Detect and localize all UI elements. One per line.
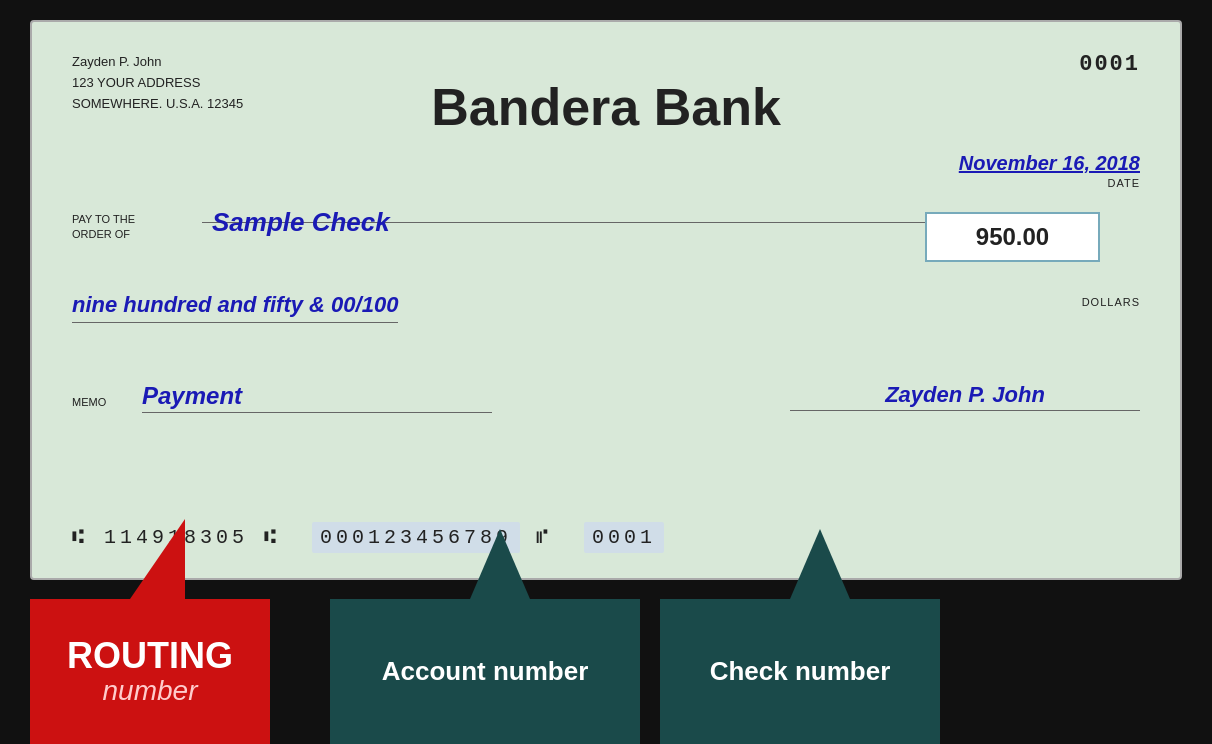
- sender-name: Zayden P. John: [72, 52, 243, 73]
- micr-routing-end: ⑆: [248, 526, 312, 549]
- sender-address2: SOMEWHERE. U.S.A. 12345: [72, 94, 243, 115]
- check-number-top: 0001: [1079, 52, 1140, 77]
- sender-info: Zayden P. John 123 YOUR ADDRESS SOMEWHER…: [72, 52, 243, 114]
- check-number-badge: Check number: [660, 599, 940, 744]
- payee-name: Sample Check: [212, 207, 390, 238]
- micr-routing-start: ⑆: [72, 526, 104, 549]
- memo-value: Payment: [142, 382, 492, 413]
- pay-to-label: PAY TO THE ORDER OF: [72, 212, 135, 243]
- routing-label-top: ROUTING: [67, 636, 233, 676]
- account-number-label: Account number: [382, 656, 589, 687]
- date-value: November 16, 2018: [959, 152, 1140, 175]
- signature: Zayden P. John: [790, 382, 1140, 411]
- bank-name: Bandera Bank: [431, 77, 781, 137]
- date-section: November 16, 2018 DATE: [959, 152, 1140, 189]
- amount-words-section: nine hundred and fifty & 00/100 DOLLARS: [72, 292, 1140, 323]
- routing-label-bottom: number: [103, 675, 198, 707]
- micr-check-number-micr: 0001: [584, 522, 664, 553]
- sender-address1: 123 YOUR ADDRESS: [72, 73, 243, 94]
- amount-words: nine hundred and fifty & 00/100: [72, 292, 398, 323]
- routing-badge: ROUTING number: [30, 599, 270, 744]
- dollars-label: DOLLARS: [1082, 296, 1140, 308]
- account-number-arrow: [470, 529, 530, 599]
- date-label: DATE: [959, 177, 1140, 189]
- check-number-label: Check number: [710, 656, 891, 687]
- check-number-arrow: [790, 529, 850, 599]
- check: 0001 Zayden P. John 123 YOUR ADDRESS SOM…: [30, 20, 1182, 580]
- routing-arrow: [130, 519, 185, 599]
- account-number-badge: Account number: [330, 599, 640, 744]
- memo-label: MEMO: [72, 396, 106, 408]
- amount-box: 950.00: [925, 212, 1100, 262]
- micr-line: ⑆ 114918305 ⑆ 000123456789 ⑈ 0001: [72, 522, 1140, 553]
